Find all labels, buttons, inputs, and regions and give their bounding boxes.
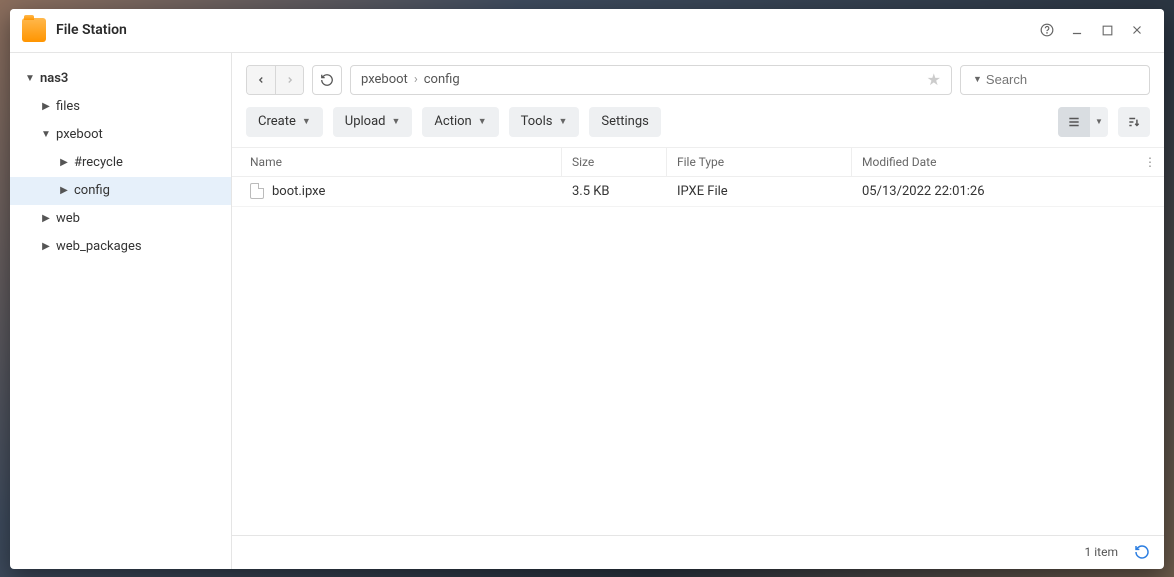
- minimize-button[interactable]: [1062, 15, 1092, 45]
- column-header-size[interactable]: Size: [562, 148, 667, 176]
- view-mode-group: ▼: [1058, 107, 1108, 137]
- tools-button[interactable]: Tools▼: [509, 107, 580, 137]
- main-panel: pxeboot › config ★ ▼ Create▼ Upload▼: [232, 53, 1164, 569]
- reload-button[interactable]: [1134, 544, 1150, 560]
- chevron-right-icon: ▶: [58, 185, 70, 196]
- chevron-down-icon: ▼: [973, 74, 982, 85]
- tree-root-nas3[interactable]: ▼ nas3: [10, 65, 231, 93]
- search-input[interactable]: [986, 72, 1162, 87]
- caret-down-icon: ▼: [302, 116, 311, 127]
- tree-label: files: [56, 99, 80, 114]
- file-station-window: File Station ▼ nas3 ▶ files ▼ px: [10, 9, 1164, 569]
- titlebar: File Station: [10, 9, 1164, 53]
- nav-back-button[interactable]: [247, 66, 275, 94]
- app-folder-icon: [22, 18, 46, 42]
- chevron-right-icon: ▶: [40, 213, 52, 224]
- table-header: Name Size File Type Modified Date ⋮: [232, 147, 1164, 177]
- help-button[interactable]: [1032, 15, 1062, 45]
- table-row[interactable]: boot.ipxe 3.5 KB IPXE File 05/13/2022 22…: [232, 177, 1164, 207]
- file-type: IPXE File: [677, 184, 728, 199]
- app-title: File Station: [56, 22, 127, 38]
- tree-label: nas3: [40, 71, 68, 86]
- tree-item-config[interactable]: ▶ config: [10, 177, 231, 205]
- tree-label: config: [74, 183, 110, 198]
- file-date: 05/13/2022 22:01:26: [862, 184, 985, 199]
- caret-down-icon: ▼: [558, 116, 567, 127]
- view-mode-dropdown[interactable]: ▼: [1090, 107, 1108, 137]
- chevron-down-icon: ▼: [40, 129, 52, 140]
- maximize-button[interactable]: [1092, 15, 1122, 45]
- item-count: 1 item: [1085, 545, 1118, 559]
- caret-down-icon: ▼: [478, 116, 487, 127]
- refresh-button[interactable]: [312, 65, 342, 95]
- chevron-down-icon: ▼: [24, 73, 36, 84]
- file-table: Name Size File Type Modified Date ⋮ boot…: [232, 147, 1164, 535]
- column-menu-button[interactable]: ⋮: [1136, 155, 1164, 169]
- nav-history-group: [246, 65, 304, 95]
- tree-label: pxeboot: [56, 127, 103, 142]
- chevron-right-icon: ▶: [40, 101, 52, 112]
- action-toolbar: Create▼ Upload▼ Action▼ Tools▼ Settings: [232, 101, 1164, 147]
- folder-tree: ▼ nas3 ▶ files ▼ pxeboot ▶ #recycle ▶ co…: [10, 53, 232, 569]
- sort-button[interactable]: [1118, 107, 1150, 137]
- table-body: boot.ipxe 3.5 KB IPXE File 05/13/2022 22…: [232, 177, 1164, 535]
- column-header-date[interactable]: Modified Date: [852, 148, 1136, 176]
- column-header-name[interactable]: Name: [232, 148, 562, 176]
- nav-forward-button[interactable]: [275, 66, 303, 94]
- chevron-right-icon: ▶: [58, 157, 70, 168]
- settings-button[interactable]: Settings: [589, 107, 660, 137]
- search-box[interactable]: ▼: [960, 65, 1150, 95]
- action-button[interactable]: Action▼: [422, 107, 498, 137]
- close-button[interactable]: [1122, 15, 1152, 45]
- breadcrumb-segment[interactable]: pxeboot: [361, 72, 408, 87]
- list-view-button[interactable]: [1058, 107, 1090, 137]
- tree-item-web[interactable]: ▶ web: [10, 205, 231, 233]
- favorite-star-icon[interactable]: ★: [927, 70, 941, 89]
- file-name: boot.ipxe: [272, 184, 325, 199]
- tree-label: #recycle: [74, 155, 123, 170]
- file-size: 3.5 KB: [572, 184, 610, 199]
- tree-item-web-packages[interactable]: ▶ web_packages: [10, 233, 231, 261]
- navigation-toolbar: pxeboot › config ★ ▼: [232, 53, 1164, 101]
- chevron-right-icon: ›: [414, 72, 418, 87]
- caret-down-icon: ▼: [392, 116, 401, 127]
- statusbar: 1 item: [232, 535, 1164, 569]
- tree-item-files[interactable]: ▶ files: [10, 93, 231, 121]
- create-button[interactable]: Create▼: [246, 107, 323, 137]
- chevron-right-icon: ▶: [40, 241, 52, 252]
- file-icon: [250, 183, 264, 199]
- column-header-type[interactable]: File Type: [667, 148, 852, 176]
- tree-item-pxeboot[interactable]: ▼ pxeboot: [10, 121, 231, 149]
- tree-item-recycle[interactable]: ▶ #recycle: [10, 149, 231, 177]
- tree-label: web_packages: [56, 239, 142, 254]
- tree-label: web: [56, 211, 80, 226]
- upload-button[interactable]: Upload▼: [333, 107, 413, 137]
- breadcrumb-segment[interactable]: config: [424, 72, 460, 87]
- breadcrumb: pxeboot › config ★: [350, 65, 952, 95]
